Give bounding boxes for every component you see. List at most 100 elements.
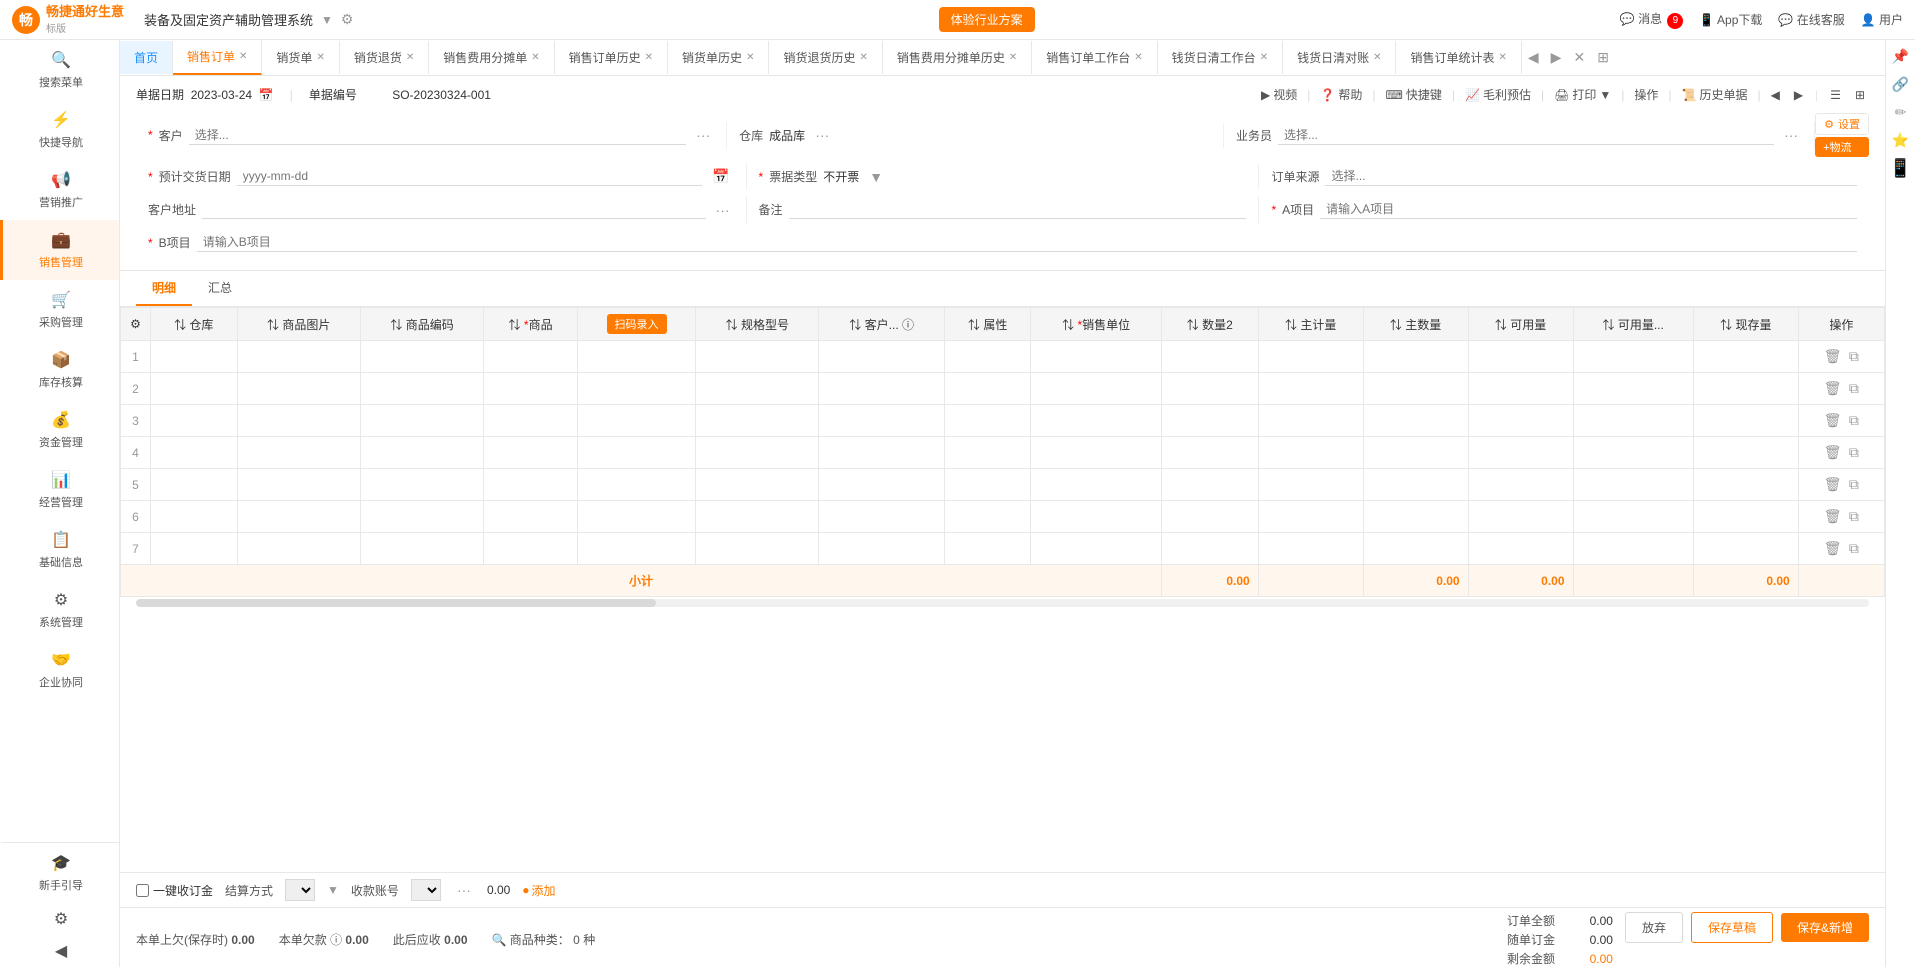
row-2-product[interactable]	[484, 373, 578, 405]
tab-close-order-stats[interactable]: ✕	[1499, 52, 1507, 63]
tab-close-expense-history[interactable]: ✕	[1009, 52, 1017, 63]
add-payment-btn[interactable]: ● 添加	[522, 882, 555, 899]
row-3-spec[interactable]	[696, 405, 819, 437]
sidebar-item-sales[interactable]: 💼 销售管理	[0, 220, 119, 280]
row-3-attr[interactable]	[944, 405, 1031, 437]
row-5-code[interactable]	[360, 469, 483, 501]
discard-button[interactable]: 放弃	[1625, 912, 1683, 943]
row-7-main-qty[interactable]	[1363, 533, 1468, 565]
row-7-delete-btn[interactable]: 🗑	[1824, 540, 1842, 556]
row-2-avail-qty2[interactable]	[1573, 373, 1693, 405]
tab-order-workbench[interactable]: 销售订单工作台 ✕	[1032, 41, 1157, 74]
row-2-warehouse[interactable]	[151, 373, 238, 405]
row-5-warehouse[interactable]	[151, 469, 238, 501]
row-1-customer-code[interactable]	[819, 341, 944, 373]
row-1-product[interactable]	[484, 341, 578, 373]
row-6-avail-qty2[interactable]	[1573, 501, 1693, 533]
row-2-delete-btn[interactable]: 🗑	[1824, 380, 1842, 396]
row-2-unit[interactable]	[1031, 373, 1162, 405]
row-3-qty2[interactable]	[1161, 405, 1258, 437]
tab-home[interactable]: 首页	[120, 41, 173, 74]
row-7-product[interactable]	[484, 533, 578, 565]
row-6-spec[interactable]	[696, 501, 819, 533]
sidebar-item-base[interactable]: 📋 基础信息	[0, 520, 119, 580]
row-6-attr[interactable]	[944, 501, 1031, 533]
row-6-image[interactable]	[237, 501, 360, 533]
row-4-unit[interactable]	[1031, 437, 1162, 469]
row-4-customer-code[interactable]	[819, 437, 944, 469]
row-6-copy-btn[interactable]: ⧉	[1849, 508, 1859, 524]
row-7-code[interactable]	[360, 533, 483, 565]
row-2-attr[interactable]	[944, 373, 1031, 405]
tab-prev-btn[interactable]: ◀	[1522, 49, 1545, 66]
row-5-attr[interactable]	[944, 469, 1031, 501]
row-5-current-qty[interactable]	[1693, 469, 1798, 501]
row-4-avail-qty2[interactable]	[1573, 437, 1693, 469]
row-6-main-qty[interactable]	[1363, 501, 1468, 533]
online-service-btn[interactable]: 💬 在线客服	[1778, 11, 1844, 28]
row-3-copy-btn[interactable]: ⧉	[1849, 412, 1859, 428]
tab-invoice[interactable]: 销货单 ✕	[262, 41, 339, 74]
row-7-current-qty[interactable]	[1693, 533, 1798, 565]
sidebar-item-nav[interactable]: ⚡ 快捷导航	[0, 100, 119, 160]
message-btn[interactable]: 💬 消息 9	[1620, 10, 1684, 29]
right-panel-icon-5[interactable]: 📱	[1889, 156, 1913, 180]
tab-more-btn[interactable]: ✕	[1567, 49, 1591, 66]
b-project-input[interactable]	[197, 233, 1857, 252]
row-5-delete-btn[interactable]: 🗑	[1824, 476, 1842, 492]
calendar-icon[interactable]: 📅	[259, 88, 274, 102]
salesperson-input[interactable]	[1278, 126, 1774, 145]
row-5-avail-qty[interactable]	[1468, 469, 1573, 501]
view-btn[interactable]: ▶ 视频	[1257, 84, 1301, 105]
app-download-btn[interactable]: 📱 App下载	[1699, 11, 1762, 28]
tab-expand-btn[interactable]: ⊞	[1591, 49, 1615, 66]
th-settings[interactable]: ⚙	[121, 308, 151, 341]
sidebar-item-collapse[interactable]: ◀	[0, 935, 119, 967]
row-2-spec[interactable]	[696, 373, 819, 405]
nav-next-btn[interactable]: ▶	[1790, 86, 1807, 104]
row-4-warehouse[interactable]	[151, 437, 238, 469]
row-1-spec[interactable]	[696, 341, 819, 373]
tab-order-stats[interactable]: 销售订单统计表 ✕	[1396, 41, 1521, 74]
history-btn[interactable]: 📜 历史单据	[1677, 84, 1751, 105]
warehouse-more-btn[interactable]: ···	[811, 127, 833, 143]
sidebar-item-inventory[interactable]: 📦 库存核算	[0, 340, 119, 400]
row-3-main-qty[interactable]	[1363, 405, 1468, 437]
row-1-code[interactable]	[360, 341, 483, 373]
save-draft-button[interactable]: 保存草稿	[1691, 912, 1773, 943]
row-6-warehouse[interactable]	[151, 501, 238, 533]
settings-float-btn[interactable]: ⚙ 设置	[1815, 113, 1869, 135]
row-1-qty2[interactable]	[1161, 341, 1258, 373]
sidebar-item-settings[interactable]: ⚙	[0, 903, 119, 935]
tab-close-sales-return[interactable]: ✕	[406, 52, 414, 63]
row-4-copy-btn[interactable]: ⧉	[1849, 444, 1859, 460]
save-new-button[interactable]: 保存&新增	[1781, 913, 1869, 942]
row-5-copy-btn[interactable]: ⧉	[1849, 476, 1859, 492]
right-panel-icon-2[interactable]: 🔗	[1889, 72, 1913, 96]
right-panel-icon-3[interactable]: ✏	[1889, 100, 1913, 124]
row-6-code[interactable]	[360, 501, 483, 533]
row-6-current-qty[interactable]	[1693, 501, 1798, 533]
row-6-main-unit[interactable]	[1258, 501, 1363, 533]
a-project-input[interactable]	[1320, 200, 1857, 219]
row-3-current-qty[interactable]	[1693, 405, 1798, 437]
row-3-code[interactable]	[360, 405, 483, 437]
sidebar-item-finance[interactable]: 💰 资金管理	[0, 400, 119, 460]
row-3-avail-qty2[interactable]	[1573, 405, 1693, 437]
tab-close-sales-order[interactable]: ✕	[239, 51, 247, 62]
row-6-product[interactable]	[484, 501, 578, 533]
tab-close-invoice-history[interactable]: ✕	[746, 52, 754, 63]
sidebar-item-purchase[interactable]: 🛒 采购管理	[0, 280, 119, 340]
dropdown-icon[interactable]: ▼	[321, 13, 333, 27]
sidebar-item-collab[interactable]: 🤝 企业协同	[0, 640, 119, 700]
row-4-main-qty[interactable]	[1363, 437, 1468, 469]
row-2-main-unit[interactable]	[1258, 373, 1363, 405]
row-5-avail-qty2[interactable]	[1573, 469, 1693, 501]
one-click-checkbox-input[interactable]	[136, 884, 149, 897]
row-1-main-qty[interactable]	[1363, 341, 1468, 373]
row-5-spec[interactable]	[696, 469, 819, 501]
row-3-unit[interactable]	[1031, 405, 1162, 437]
order-source-input[interactable]	[1325, 167, 1857, 186]
row-7-qty2[interactable]	[1161, 533, 1258, 565]
shortcut-btn[interactable]: ⌨ 快捷键	[1382, 84, 1446, 105]
